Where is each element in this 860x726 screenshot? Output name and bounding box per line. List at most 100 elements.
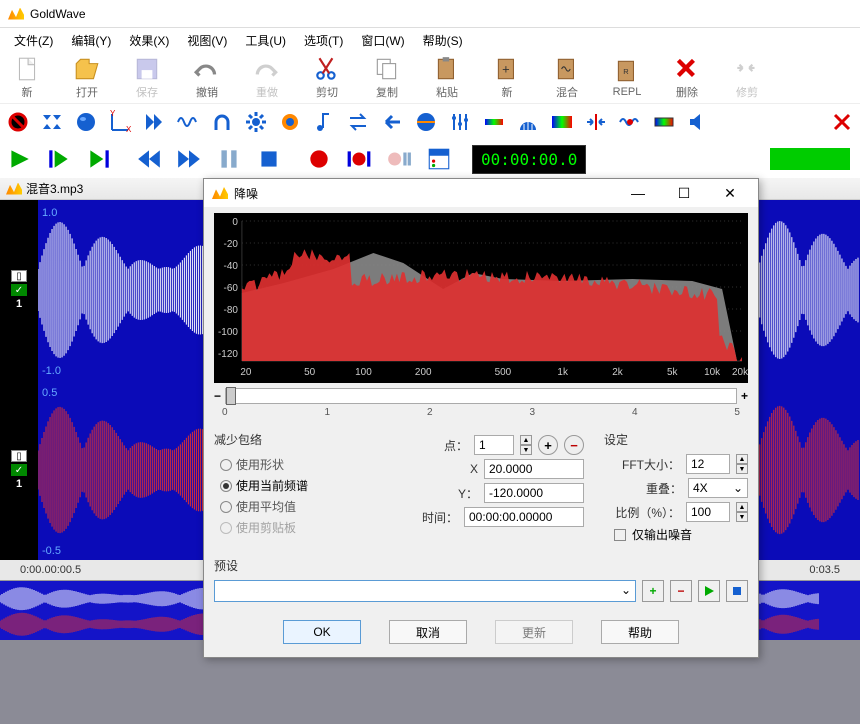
toolbar-trim-button[interactable]: 修剪 [726,56,768,100]
menu-view[interactable]: 视图(V) [179,30,235,51]
arrow-left-icon[interactable] [380,110,404,134]
play-icon[interactable] [6,146,32,172]
x-label: X [470,462,478,476]
minimize-icon[interactable]: — [618,181,658,205]
swap-icon[interactable] [346,110,370,134]
toolbar-copy-button[interactable]: 复制 [366,56,408,100]
scale-input[interactable] [686,502,730,522]
fft-input[interactable] [686,454,730,474]
update-button[interactable]: 更新 [495,620,573,644]
level-meter [770,148,850,170]
radio-label: 使用剪贴板 [236,519,296,536]
menu-file[interactable]: 文件(Z) [6,30,61,51]
record-bracket-icon[interactable] [346,146,372,172]
spectrum-bar-icon[interactable] [482,110,506,134]
menu-tool[interactable]: 工具(U) [237,30,294,51]
point-input[interactable] [474,435,514,455]
dome-icon[interactable] [516,110,540,134]
help-button[interactable]: 帮助 [601,620,679,644]
color-gear-icon[interactable] [278,110,302,134]
maximize-icon[interactable]: ☐ [664,181,704,205]
menu-option[interactable]: 选项(T) [296,30,351,51]
toolbar-undo-button[interactable]: 撤销 [186,56,228,100]
slider-minus-icon[interactable]: − [214,389,221,403]
record-pause-icon[interactable] [386,146,412,172]
preset-stop-icon[interactable] [726,580,748,602]
time-slider[interactable]: − + [214,385,748,407]
preset-remove-icon[interactable]: − [670,580,692,602]
toolbar-delete-button[interactable]: 删除 [666,56,708,100]
preset-combo[interactable]: ⌄ [214,580,636,602]
toolbar-open-button[interactable]: 打开 [66,56,108,100]
gear-icon[interactable] [244,110,268,134]
toolbar-label: 修剪 [736,84,758,100]
overlap-combo[interactable]: 4X⌄ [688,478,748,498]
scale-spinner[interactable]: ▲▼ [736,502,748,522]
wave-red-icon[interactable] [618,110,642,134]
properties-icon[interactable] [426,146,452,172]
preset-add-icon[interactable]: + [642,580,664,602]
note-icon[interactable] [312,110,336,134]
toolbar-label: 重做 [256,84,278,100]
record-icon[interactable] [306,146,332,172]
compress-icon[interactable] [584,110,608,134]
ok-button[interactable]: OK [283,620,361,644]
stop-square-icon[interactable] [256,146,282,172]
toolbar-mix-button[interactable]: 混合 [546,56,588,100]
time-input[interactable] [464,507,584,527]
y-input[interactable] [484,483,584,503]
uturn-icon[interactable] [210,110,234,134]
wave-icon[interactable] [176,110,200,134]
cross-icon[interactable] [830,110,854,134]
preset-play-icon[interactable] [698,580,720,602]
menu-effect[interactable]: 效果(X) [121,30,177,51]
radio-shape[interactable]: 使用形状 [214,454,364,475]
close-icon[interactable]: ✕ [710,181,750,205]
add-point-icon[interactable]: + [538,435,558,455]
color-box-icon[interactable] [652,110,676,134]
toolbar-save-button[interactable]: 保存 [126,56,168,100]
rewind-icon[interactable] [136,146,162,172]
svg-text:-40: -40 [224,261,239,272]
updown-arrows-icon[interactable] [40,110,64,134]
play-end-icon[interactable] [86,146,112,172]
menu-edit[interactable]: 编辑(Y) [63,30,119,51]
toolbar-pnew-button[interactable]: +新 [486,56,528,100]
xy-axis-icon[interactable]: YX [108,110,132,134]
circle-split-icon[interactable] [414,110,438,134]
equalizer-icon[interactable] [448,110,472,134]
toolbar-redo-button[interactable]: 重做 [246,56,288,100]
channel-check-icon[interactable]: ✓ [11,284,27,296]
slider-plus-icon[interactable]: + [741,389,748,403]
menu-help[interactable]: 帮助(S) [415,30,471,51]
play-bracket-icon[interactable] [46,146,72,172]
toolbar-new-button[interactable]: 新 [6,56,48,100]
channel-check-icon[interactable]: ✓ [11,464,27,476]
sphere-icon[interactable] [74,110,98,134]
remove-point-icon[interactable]: − [564,435,584,455]
rainbow-bar-icon[interactable] [550,110,574,134]
spectrum-chart[interactable]: 0-20-40 -60-80-100-120 2050100200 5001k2… [214,213,748,383]
fastforward-icon[interactable] [176,146,202,172]
cancel-button[interactable]: 取消 [389,620,467,644]
radio-clipboard[interactable]: 使用剪贴板 [214,517,364,538]
time-label: 0:03.5 [809,564,840,576]
fft-spinner[interactable]: ▲▼ [736,454,748,474]
x-input[interactable] [484,459,584,479]
point-spinner[interactable]: ▲▼ [520,435,532,455]
radio-current-spectrum[interactable]: 使用当前频谱 [214,475,364,496]
toolbar-cut-button[interactable]: 剪切 [306,56,348,100]
svg-text:0: 0 [232,217,238,228]
toolbar-repl-button[interactable]: RREPL [606,58,648,98]
pause-icon[interactable] [216,146,242,172]
radio-average[interactable]: 使用平均值 [214,496,364,517]
output-noise-checkbox[interactable] [614,529,626,541]
forward-icon[interactable] [142,110,166,134]
speaker-icon[interactable] [686,110,710,134]
toolbar-paste-button[interactable]: 粘贴 [426,56,468,100]
dialog-titlebar[interactable]: 降噪 — ☐ ✕ [204,179,758,207]
channel-marker[interactable]: ▯ [11,450,27,462]
menu-window[interactable]: 窗口(W) [353,30,412,51]
channel-marker[interactable]: ▯ [11,270,27,282]
stop-icon[interactable] [6,110,30,134]
